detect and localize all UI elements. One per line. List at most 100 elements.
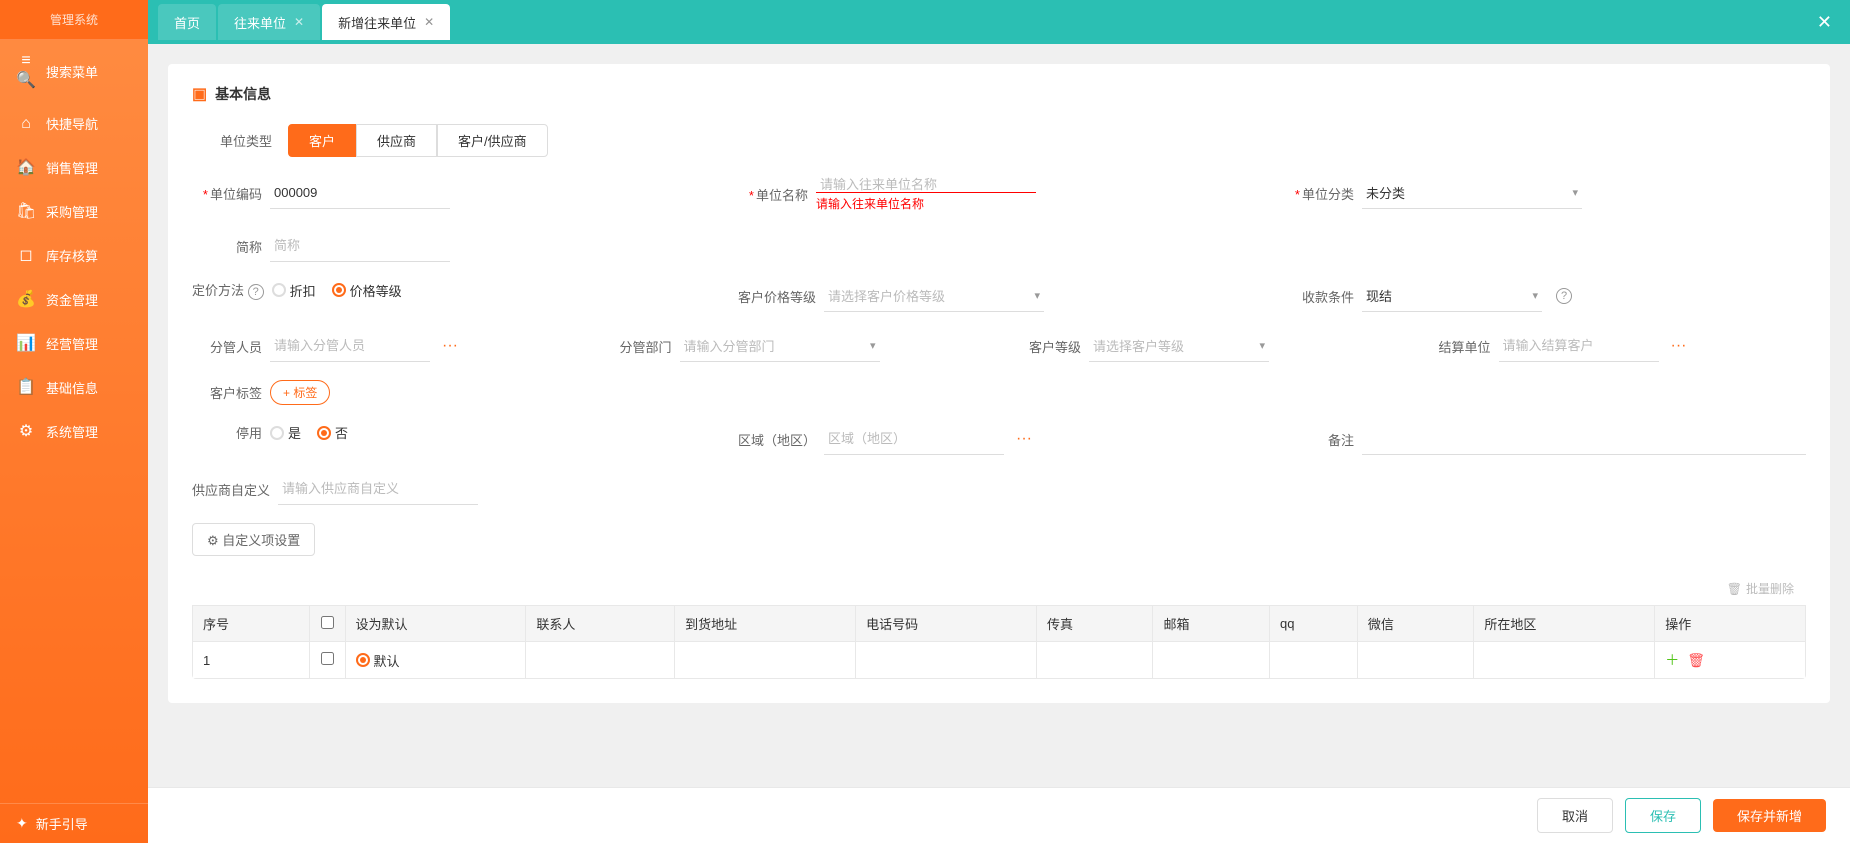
contact-table-section: 🗑 批量删除 序号 设为默认 联系人 到货地址 xyxy=(192,572,1806,679)
lightning-icon: ⌂ xyxy=(16,115,36,133)
department-placeholder: 请输入分管部门 xyxy=(684,336,866,355)
delete-row-button[interactable]: 🗑 xyxy=(1687,652,1705,669)
radio-yes-circle xyxy=(270,426,284,440)
chart-icon: 📊 xyxy=(16,333,36,353)
sidebar-item-quick-nav[interactable]: ⌂ 快捷导航 xyxy=(0,102,148,145)
table-row: 1 默认 xyxy=(193,642,1806,679)
settlement-unit-input[interactable] xyxy=(1499,330,1659,362)
radio-price-level[interactable]: 价格等级 xyxy=(332,281,402,300)
col-action: 操作 xyxy=(1655,606,1806,642)
settlement-unit-more-button[interactable]: ··· xyxy=(1667,337,1691,355)
tab-home[interactable]: 首页 xyxy=(158,4,216,40)
unit-code-input[interactable] xyxy=(270,177,450,209)
tab-new-partner-close[interactable]: ✕ xyxy=(424,15,434,29)
tab-home-label: 首页 xyxy=(174,13,200,32)
customer-price-level-placeholder: 请选择客户价格等级 xyxy=(828,286,1030,305)
remark-input[interactable] xyxy=(1362,423,1806,455)
col-contact: 联系人 xyxy=(526,606,675,642)
radio-discount[interactable]: 折扣 xyxy=(272,281,316,300)
add-row-button[interactable]: ＋ xyxy=(1665,650,1679,670)
sidebar-item-system[interactable]: ⚙ 系统管理 xyxy=(0,409,148,453)
col-email: 邮箱 xyxy=(1153,606,1270,642)
pricing-method-help-icon[interactable]: ? xyxy=(248,284,264,300)
radio-default-circle xyxy=(356,653,370,667)
cell-action: ＋ 🗑 xyxy=(1655,642,1806,679)
sidebar-item-finance[interactable]: 💰 资金管理 xyxy=(0,277,148,321)
customer-level-select[interactable]: 请选择客户等级 ▾ xyxy=(1089,330,1269,362)
field-manager: 分管人员 ··· xyxy=(192,330,578,362)
field-unit-category: *单位分类 未分类 ▾ xyxy=(1284,177,1806,209)
payment-terms-select[interactable]: 现结 ▾ xyxy=(1362,280,1542,312)
sidebar-item-sales[interactable]: 🏠 销售管理 xyxy=(0,145,148,189)
sidebar-item-guide[interactable]: ✦ 新手引导 xyxy=(0,804,148,843)
region-label: 区域（地区） xyxy=(738,430,816,449)
type-btn-supplier[interactable]: 供应商 xyxy=(356,124,437,157)
col-qq: qq xyxy=(1269,606,1357,642)
window-close-button[interactable]: ✕ xyxy=(1809,12,1840,33)
cell-address xyxy=(675,642,856,679)
main-area: 首页 往来单位 ✕ 新增往来单位 ✕ ✕ ▣ 基本信息 单位类型 客户 供应商 … xyxy=(148,0,1850,843)
trash-icon: 🗑 xyxy=(1727,582,1742,596)
payment-terms-help-icon[interactable]: ? xyxy=(1556,288,1572,304)
save-new-button[interactable]: 保存并新增 xyxy=(1713,799,1826,832)
region-more-button[interactable]: ··· xyxy=(1012,430,1036,448)
radio-no[interactable]: 否 xyxy=(317,423,348,442)
cell-contact xyxy=(526,642,675,679)
col-address: 到货地址 xyxy=(675,606,856,642)
box-icon: ◻ xyxy=(16,245,36,265)
home-icon: 🏠 xyxy=(16,157,36,177)
select-all-checkbox[interactable] xyxy=(321,616,334,629)
cell-qq xyxy=(1269,642,1357,679)
chevron-down-icon: ▾ xyxy=(1532,289,1538,302)
add-tag-button[interactable]: + 标签 xyxy=(270,380,330,405)
sidebar-item-label: 采购管理 xyxy=(46,202,98,221)
form-row-4: 分管人员 ··· 分管部门 请输入分管部门 ▾ 客户等级 请选择客户等级 ▾ xyxy=(192,330,1806,362)
field-remark: 备注 xyxy=(1284,423,1806,455)
radio-default[interactable]: 默认 xyxy=(356,651,516,670)
row-checkbox[interactable] xyxy=(321,652,334,665)
form-row-3: 定价方法 ? 折扣 价格等级 客户 xyxy=(192,280,1806,312)
field-customer-price-level: 客户价格等级 请选择客户价格等级 ▾ xyxy=(738,280,1260,312)
region-input[interactable] xyxy=(824,423,1004,455)
short-name-input[interactable] xyxy=(270,230,450,262)
form-row-2: 简称 xyxy=(192,230,1806,262)
form-row-6: 停用 是 否 区域（地区） ··· xyxy=(192,423,1806,455)
department-select[interactable]: 请输入分管部门 ▾ xyxy=(680,330,880,362)
customer-price-level-select[interactable]: 请选择客户价格等级 ▾ xyxy=(824,280,1044,312)
sidebar-item-label: 库存核算 xyxy=(46,246,98,265)
form-row-1: *单位编码 *单位名称 请输入往来单位名称 *单位分类 xyxy=(192,177,1806,212)
cell-default: 默认 xyxy=(345,642,526,679)
manager-more-button[interactable]: ··· xyxy=(438,337,462,355)
tab-new-partner[interactable]: 新增往来单位 ✕ xyxy=(322,4,450,40)
pricing-method-label: 定价方法 ? xyxy=(192,280,264,300)
type-btn-both[interactable]: 客户/供应商 xyxy=(437,124,548,157)
sidebar-item-search[interactable]: ≡🔍 搜索菜单 xyxy=(0,40,148,102)
sidebar-item-purchase[interactable]: 🛍 采购管理 xyxy=(0,189,148,233)
sidebar-item-operation[interactable]: 📊 经营管理 xyxy=(0,321,148,365)
unit-name-input[interactable] xyxy=(816,177,1036,193)
custom-settings-button[interactable]: ⚙ 自定义项设置 xyxy=(192,523,315,556)
type-btn-customer[interactable]: 客户 xyxy=(288,124,356,157)
department-label: 分管部门 xyxy=(602,337,672,356)
sidebar-logo: 管理系统 xyxy=(0,0,148,40)
col-phone: 电话号码 xyxy=(856,606,1037,642)
supplier-custom-input[interactable] xyxy=(278,473,478,505)
field-payment-terms: 收款条件 现结 ▾ ? xyxy=(1284,280,1806,312)
sidebar-item-basic-info[interactable]: 📋 基础信息 xyxy=(0,365,148,409)
unit-category-select[interactable]: 未分类 ▾ xyxy=(1362,177,1582,209)
tab-partners[interactable]: 往来单位 ✕ xyxy=(218,4,320,40)
batch-delete-button[interactable]: 🗑 批量删除 xyxy=(1727,580,1794,597)
search-icon: ≡🔍 xyxy=(16,52,36,90)
radio-price-level-circle xyxy=(332,283,346,297)
section-title: ▣ 基本信息 xyxy=(192,84,1806,104)
manager-input[interactable] xyxy=(270,330,430,362)
col-check xyxy=(309,606,345,642)
field-unit-code: *单位编码 xyxy=(192,177,714,209)
cancel-button[interactable]: 取消 xyxy=(1537,798,1613,833)
save-button[interactable]: 保存 xyxy=(1625,798,1701,833)
radio-yes[interactable]: 是 xyxy=(270,423,301,442)
sidebar-item-label: 搜索菜单 xyxy=(46,62,98,81)
sidebar-item-inventory[interactable]: ◻ 库存核算 xyxy=(0,233,148,277)
tab-partners-close[interactable]: ✕ xyxy=(294,15,304,29)
chevron-down-icon: ▾ xyxy=(1259,339,1265,352)
